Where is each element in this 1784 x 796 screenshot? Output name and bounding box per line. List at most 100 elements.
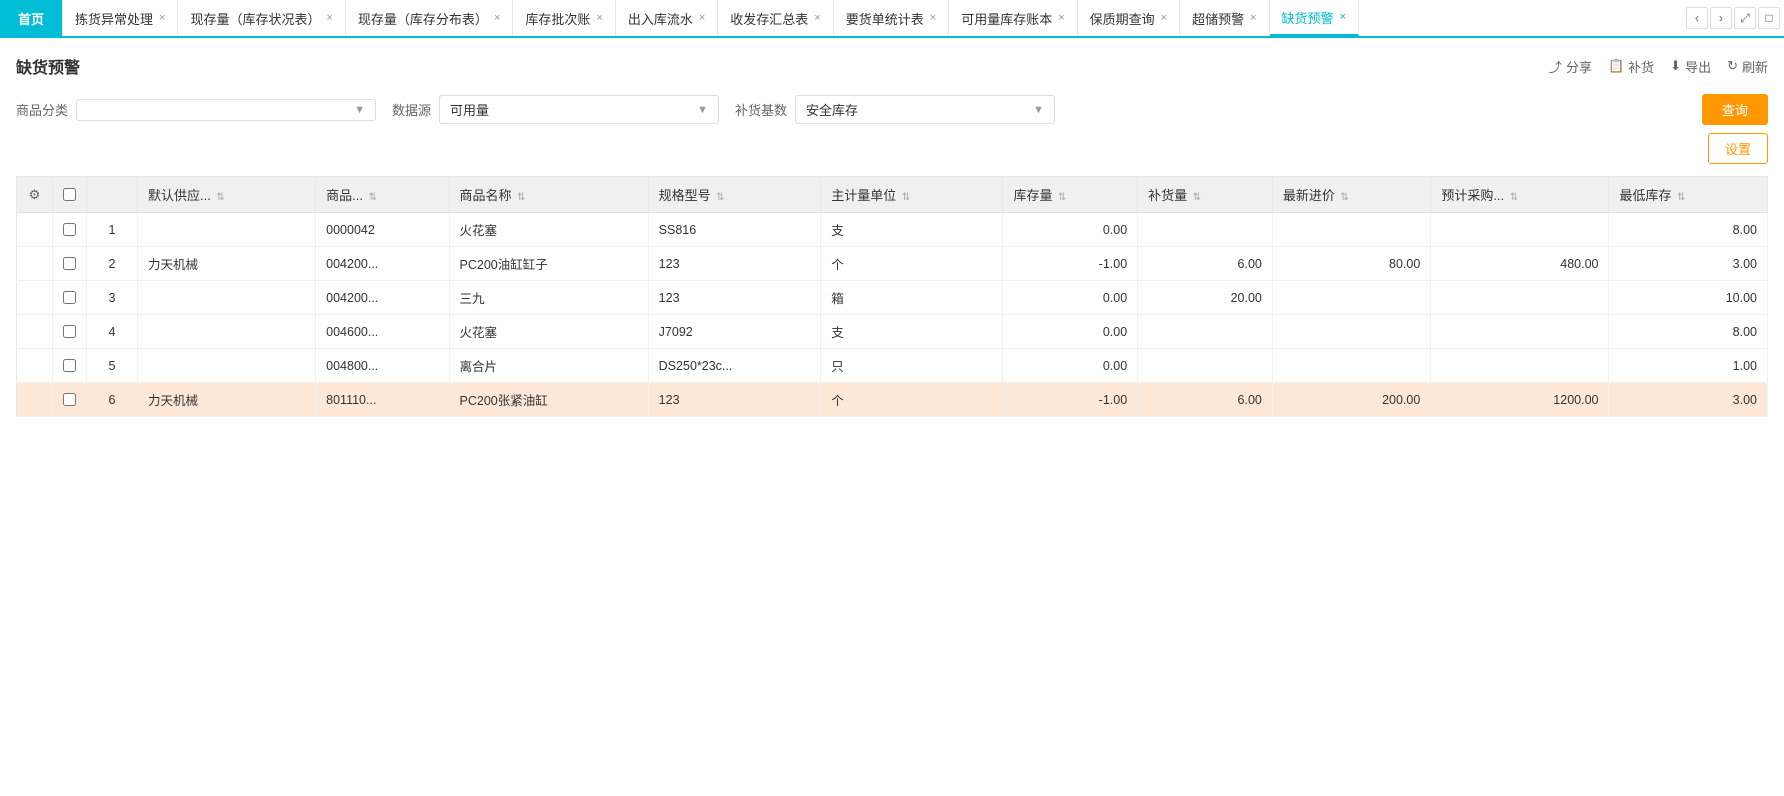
share-button[interactable]: ⤴ 分享 [1549,57,1592,76]
td-index-1: 2 [87,247,138,281]
th-name[interactable]: 商品名称 ⇅ [449,177,648,213]
select-all-checkbox[interactable] [63,188,76,201]
tab-1-close[interactable]: × [159,12,165,24]
table-header-row: ⚙ 默认供应... ⇅ 商品... ⇅ 商品名 [17,177,1768,213]
tab-next-button[interactable]: › [1710,7,1732,29]
tab-9[interactable]: 保质期查询 × [1078,0,1180,36]
td-est-purchase-4 [1431,349,1609,383]
tab-11-close[interactable]: × [1340,11,1346,23]
th-gear[interactable]: ⚙ [17,177,53,213]
td-spec-4: DS250*23c... [648,349,821,383]
td-spec-1: 123 [648,247,821,281]
td-latest-price-3 [1272,315,1430,349]
replenish-base-label: 补货基数 [735,100,787,119]
tab-7[interactable]: 要货单统计表 × [834,0,949,36]
main-content: 缺货预警 ⤴ 分享 📋 补货 ⬇ 导出 ↻ 刷新 商品分类 [0,38,1784,796]
replenish-label: 补货 [1628,57,1654,76]
share-label: 分享 [1566,57,1592,76]
refresh-button[interactable]: ↻ 刷新 [1727,57,1768,76]
th-code[interactable]: 商品... ⇅ [316,177,449,213]
th-code-label: 商品... [326,188,363,203]
tab-9-close[interactable]: × [1161,12,1167,24]
th-supplier[interactable]: 默认供应... ⇅ [137,177,315,213]
td-replenish-1: 6.00 [1138,247,1273,281]
th-spec[interactable]: 规格型号 ⇅ [648,177,821,213]
replenish-base-select[interactable]: 安全库存 ▼ [795,95,1055,124]
datasource-value: 可用量 [450,100,489,119]
tab-window-button[interactable]: ⤢ [1734,7,1756,29]
tab-prev-button[interactable]: ‹ [1686,7,1708,29]
th-replenish[interactable]: 补货量 ⇅ [1138,177,1273,213]
th-unit[interactable]: 主计量单位 ⇅ [821,177,1003,213]
td-stock-2: 0.00 [1003,281,1138,315]
row-checkbox-1[interactable] [63,257,76,270]
tab-5-close[interactable]: × [699,12,705,24]
category-select[interactable]: ▼ [76,99,376,121]
th-est-purchase-sort-icon: ⇅ [1510,192,1518,203]
tab-maximize-button[interactable]: □ [1758,7,1780,29]
td-est-purchase-0 [1431,213,1609,247]
td-checkbox-1[interactable] [53,247,87,281]
td-gear-3 [17,315,53,349]
tab-5[interactable]: 出入库流水 × [616,0,718,36]
tab-5-label: 出入库流水 [628,9,693,28]
tab-4[interactable]: 库存批次账 × [513,0,615,36]
tab-8[interactable]: 可用量库存账本 × [949,0,1077,36]
th-unit-sort-icon: ⇅ [902,192,910,203]
tab-6[interactable]: 收发存汇总表 × [718,0,833,36]
tab-3[interactable]: 现存量（库存分布表） × [346,0,513,36]
td-replenish-5: 6.00 [1138,383,1273,417]
td-checkbox-4[interactable] [53,349,87,383]
replenish-button[interactable]: 📋 补货 [1608,57,1654,76]
td-checkbox-3[interactable] [53,315,87,349]
td-index-4: 5 [87,349,138,383]
tab-home[interactable]: 首页 [0,0,63,36]
td-checkbox-0[interactable] [53,213,87,247]
th-replenish-sort-icon: ⇅ [1193,192,1201,203]
th-est-purchase[interactable]: 预计采购... ⇅ [1431,177,1609,213]
th-stock[interactable]: 库存量 ⇅ [1003,177,1138,213]
td-checkbox-2[interactable] [53,281,87,315]
th-checkbox[interactable] [53,177,87,213]
row-checkbox-2[interactable] [63,291,76,304]
td-unit-3: 支 [821,315,1003,349]
row-checkbox-5[interactable] [63,393,76,406]
table-row: 1 0000042 火花塞 SS816 支 0.00 8.00 [17,213,1768,247]
td-index-2: 3 [87,281,138,315]
td-gear-1 [17,247,53,281]
row-checkbox-3[interactable] [63,325,76,338]
tab-7-close[interactable]: × [930,12,936,24]
tab-4-close[interactable]: × [596,12,602,24]
filter-actions: 查询 [1702,94,1768,125]
row-checkbox-4[interactable] [63,359,76,372]
td-min-stock-4: 1.00 [1609,349,1768,383]
tab-6-close[interactable]: × [814,12,820,24]
query-button[interactable]: 查询 [1702,94,1768,125]
export-button[interactable]: ⬇ 导出 [1670,57,1711,76]
th-supplier-label: 默认供应... [148,188,211,203]
export-label: 导出 [1685,57,1711,76]
datasource-select[interactable]: 可用量 ▼ [439,95,719,124]
th-latest-price[interactable]: 最新进价 ⇅ [1272,177,1430,213]
tab-1[interactable]: 拣货异常处理 × [63,0,178,36]
td-latest-price-0 [1272,213,1430,247]
td-code-2: 004200... [316,281,449,315]
tab-10-close[interactable]: × [1250,12,1256,24]
row-checkbox-0[interactable] [63,223,76,236]
td-code-0: 0000042 [316,213,449,247]
tab-10-label: 超储预警 [1192,9,1244,28]
tab-2-close[interactable]: × [326,12,332,24]
td-checkbox-5[interactable] [53,383,87,417]
setting-button[interactable]: 设置 [1708,133,1768,164]
tab-8-close[interactable]: × [1058,12,1064,24]
replenish-base-arrow-icon: ▼ [1033,104,1044,116]
td-gear-5 [17,383,53,417]
td-stock-0: 0.00 [1003,213,1138,247]
tab-10[interactable]: 超储预警 × [1180,0,1269,36]
tab-7-label: 要货单统计表 [846,9,924,28]
tab-2[interactable]: 现存量（库存状况表） × [178,0,345,36]
th-min-stock[interactable]: 最低库存 ⇅ [1609,177,1768,213]
tab-11[interactable]: 缺货预警 × [1270,0,1359,36]
td-latest-price-4 [1272,349,1430,383]
tab-3-close[interactable]: × [494,12,500,24]
